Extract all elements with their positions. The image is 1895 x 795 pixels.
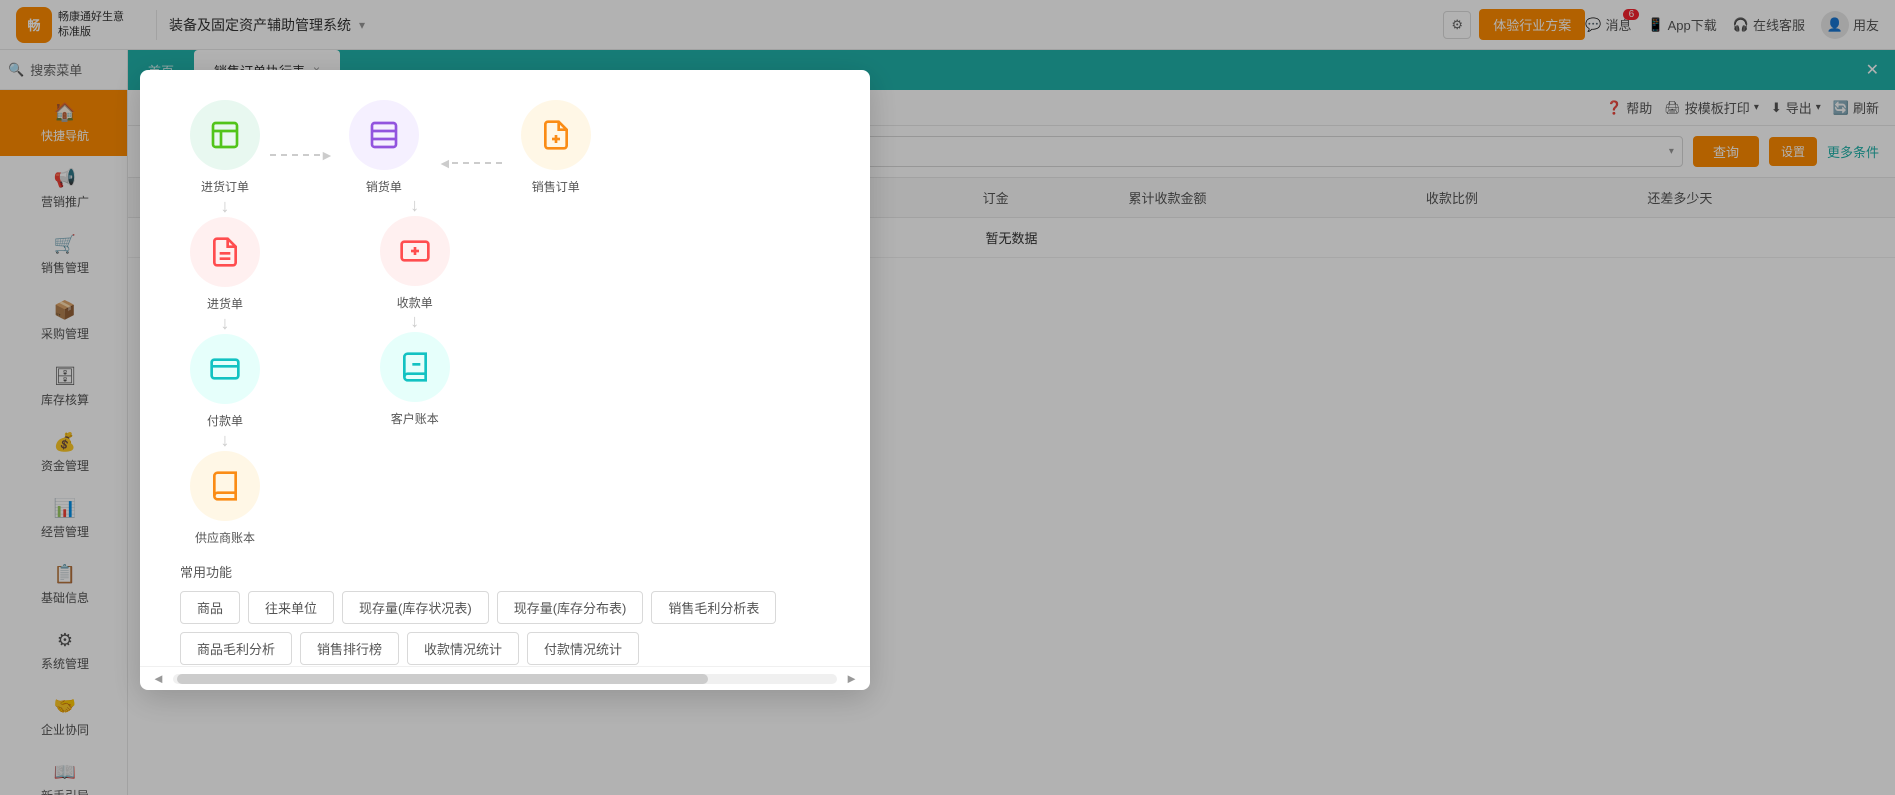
supplier-account-circle[interactable]: [190, 451, 260, 521]
common-btn-8[interactable]: 付款情况统计: [527, 632, 639, 665]
common-btn-2[interactable]: 现存量(库存状况表): [342, 591, 489, 624]
common-buttons-area: 商品往来单位现存量(库存状况表)现存量(库存分布表)销售毛利分析表商品毛利分析销…: [180, 591, 830, 665]
customer-account-label: 客户账本: [391, 410, 439, 427]
purchase-bill-label: 进货单: [207, 295, 243, 312]
purchase-bill-circle[interactable]: [190, 217, 260, 287]
common-btn-5[interactable]: 商品毛利分析: [180, 632, 292, 665]
customer-account-circle[interactable]: [380, 332, 450, 402]
purchase-order-node: 进货订单: [180, 100, 270, 195]
top-right-row: 销货单 ◄: [334, 100, 606, 195]
purchase-order-label: 进货订单: [201, 178, 249, 195]
popup-scroll-area: ◄ ►: [140, 666, 870, 690]
scroll-left-button[interactable]: ◄: [148, 671, 169, 686]
arrow-down-sales: ↓: [410, 195, 419, 216]
h-arrow-2: ◄: [434, 155, 506, 195]
purchase-bill-node: 进货单: [180, 217, 270, 312]
popup-scrollbar[interactable]: [173, 674, 837, 684]
payment-label: 付款单: [207, 412, 243, 429]
sales-bill-circle[interactable]: [349, 100, 419, 170]
payment-node: 付款单: [180, 334, 270, 429]
sales-bill-label: 销货单: [366, 178, 402, 195]
purchase-order-circle[interactable]: [190, 100, 260, 170]
common-btn-3[interactable]: 现存量(库存分布表): [497, 591, 644, 624]
supplier-account-label: 供应商账本: [195, 529, 255, 546]
scroll-right-button[interactable]: ►: [841, 671, 862, 686]
arrow-down-3: ↓: [221, 431, 230, 449]
common-btn-6[interactable]: 销售排行榜: [300, 632, 399, 665]
common-section-title: 常用功能: [180, 562, 830, 581]
receipt-node: 收款单: [370, 216, 460, 311]
receipt-label: 收款单: [397, 294, 433, 311]
supplier-account-node: 供应商账本: [180, 451, 270, 546]
sales-order-label: 销售订单: [532, 178, 580, 195]
h-arrow-1: ►: [270, 100, 334, 198]
common-btn-7[interactable]: 收款情况统计: [407, 632, 519, 665]
customer-account-node: 客户账本: [370, 332, 460, 427]
arrow-down-1: ↓: [221, 197, 230, 215]
payment-circle[interactable]: [190, 334, 260, 404]
overlay: 进货订单 ↓ 进货单: [0, 0, 1895, 795]
common-btn-0[interactable]: 商品: [180, 591, 240, 624]
sales-bill-node: 销货单: [334, 100, 434, 195]
arrow-down-2: ↓: [221, 314, 230, 332]
common-btn-1[interactable]: 往来单位: [248, 591, 334, 624]
popup-scrollbar-thumb: [177, 674, 708, 684]
arrow-down-receipt: ↓: [410, 311, 419, 332]
common-btn-4[interactable]: 销售毛利分析表: [651, 591, 776, 624]
common-section: 常用功能 商品往来单位现存量(库存状况表)现存量(库存分布表)销售毛利分析表商品…: [180, 562, 830, 665]
sales-order-circle[interactable]: [521, 100, 591, 170]
popup-content: 进货订单 ↓ 进货单: [140, 70, 870, 666]
sales-order-node: 销售订单: [506, 100, 606, 195]
flow-diagram: 进货订单 ↓ 进货单: [180, 100, 830, 546]
right-col: 销货单 ◄: [334, 100, 606, 427]
receipt-circle[interactable]: [380, 216, 450, 286]
popup: 进货订单 ↓ 进货单: [140, 70, 870, 690]
left-col: 进货订单 ↓ 进货单: [180, 100, 270, 546]
